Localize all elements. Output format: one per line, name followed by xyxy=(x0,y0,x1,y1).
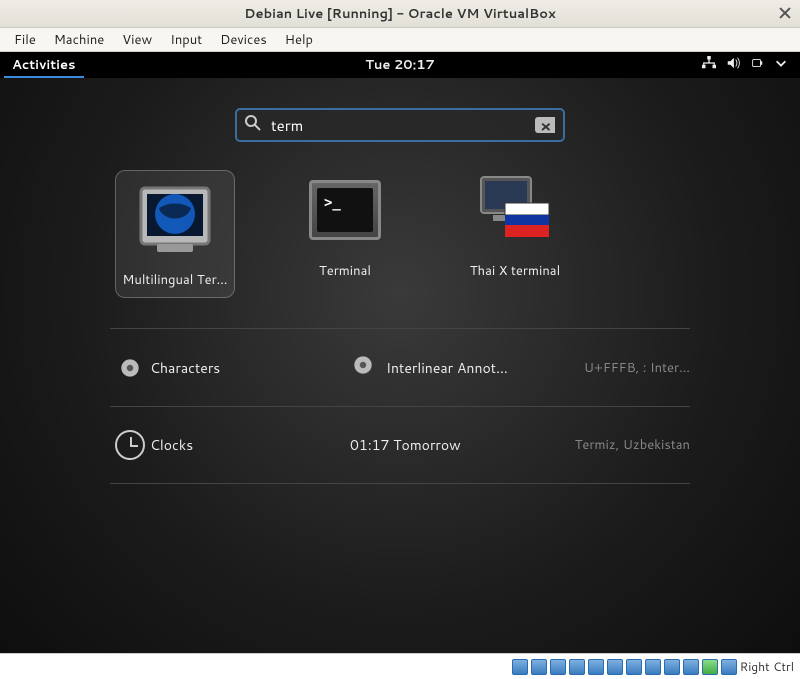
power-icon[interactable] xyxy=(750,56,764,75)
search-box[interactable] xyxy=(235,108,565,142)
app-label: Terminal xyxy=(285,262,405,280)
menu-view[interactable]: View xyxy=(114,29,160,51)
activities-button[interactable]: Activities xyxy=(4,53,84,78)
status-indicator-icon[interactable] xyxy=(569,659,585,675)
menu-file[interactable]: File xyxy=(6,29,44,51)
status-indicator-icon[interactable] xyxy=(664,659,680,675)
gnome-topbar: Activities Tue 20:17 xyxy=(0,52,800,78)
vb-statusbar: Right Ctrl xyxy=(0,653,800,679)
status-indicator-icon[interactable] xyxy=(588,659,604,675)
app-multilingual-terminal[interactable]: Multilingual Ter… xyxy=(115,170,235,298)
status-indicator-icon[interactable] xyxy=(607,659,623,675)
vb-menubar: File Machine View Input Devices Help xyxy=(0,28,800,52)
status-indicator-icon[interactable] xyxy=(702,659,718,675)
vb-titlebar: Debian Live [Running] - Oracle VM Virtua… xyxy=(0,0,800,28)
menu-devices[interactable]: Devices xyxy=(212,29,275,51)
network-icon[interactable] xyxy=(702,56,716,75)
characters-icon xyxy=(110,355,150,381)
status-indicator-icon[interactable] xyxy=(645,659,661,675)
characters-match: Interlinear Annot… xyxy=(386,358,508,378)
search-icon xyxy=(245,114,261,137)
menu-help[interactable]: Help xyxy=(277,29,321,51)
status-indicator-icon[interactable] xyxy=(531,659,547,675)
clocks-time: 01:17 Tomorrow xyxy=(350,435,461,455)
vb-title: Debian Live [Running] - Oracle VM Virtua… xyxy=(244,5,555,23)
status-indicator-icon[interactable] xyxy=(721,659,737,675)
guest-display: Activities Tue 20:17 xyxy=(0,52,800,653)
clock-icon xyxy=(110,430,150,460)
status-indicator-icon[interactable] xyxy=(512,659,528,675)
chevron-down-icon[interactable] xyxy=(774,56,788,75)
app-terminal[interactable]: >_ Terminal xyxy=(285,170,405,298)
status-indicator-icon[interactable] xyxy=(626,659,642,675)
status-indicator-icon[interactable] xyxy=(550,659,566,675)
clocks-location: Termiz, Uzbekistan xyxy=(575,436,690,454)
status-indicator-icon[interactable] xyxy=(683,659,699,675)
app-label: Multilingual Ter… xyxy=(116,271,234,289)
characters-title: Characters xyxy=(150,358,350,378)
characters-detail: U+FFFB, ￻: Inter… xyxy=(584,359,690,377)
volume-icon[interactable] xyxy=(726,56,740,75)
annotation-icon xyxy=(350,352,376,383)
app-thai-x-terminal[interactable]: Thai X terminal xyxy=(455,170,575,298)
characters-result-row[interactable]: Characters Interlinear Annot… U+FFFB, ￻:… xyxy=(110,328,690,406)
menu-machine[interactable]: Machine xyxy=(46,29,112,51)
search-input[interactable] xyxy=(271,115,525,136)
close-icon[interactable] xyxy=(778,6,792,20)
clear-search-icon[interactable] xyxy=(535,117,555,133)
topbar-clock[interactable]: Tue 20:17 xyxy=(365,56,435,74)
menu-input[interactable]: Input xyxy=(162,29,210,51)
clocks-result-row[interactable]: Clocks 01:17 Tomorrow Termiz, Uzbekistan xyxy=(110,406,690,484)
clocks-title: Clocks xyxy=(150,435,350,455)
app-label: Thai X terminal xyxy=(455,262,575,280)
host-key-label: Right Ctrl xyxy=(740,658,794,675)
